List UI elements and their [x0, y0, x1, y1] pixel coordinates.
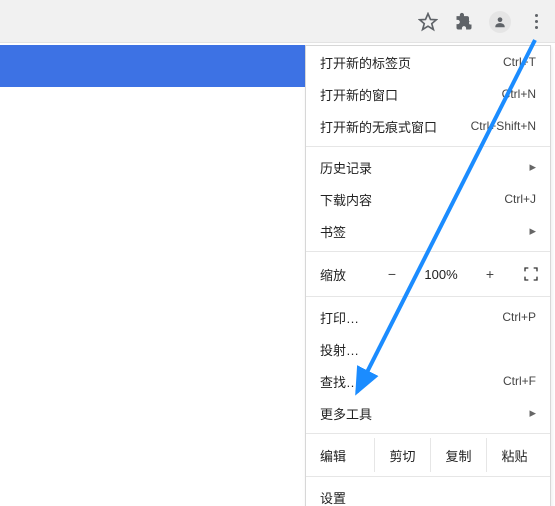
- menu-history[interactable]: 历史记录 ▸: [306, 151, 550, 183]
- star-icon[interactable]: [417, 11, 439, 33]
- edit-copy-button[interactable]: 复制: [430, 438, 486, 472]
- browser-main-menu: 打开新的标签页 Ctrl+T 打开新的窗口 Ctrl+N 打开新的无痕式窗口 C…: [305, 45, 551, 506]
- edit-label: 编辑: [320, 446, 374, 465]
- menu-new-window[interactable]: 打开新的窗口 Ctrl+N: [306, 78, 550, 110]
- browser-toolbar: [0, 0, 555, 43]
- page-content-header: [0, 45, 308, 87]
- menu-item-label: 书签: [320, 222, 529, 241]
- fullscreen-icon[interactable]: [520, 263, 542, 285]
- zoom-out-button[interactable]: −: [381, 266, 403, 282]
- menu-find[interactable]: 查找… Ctrl+F: [306, 365, 550, 397]
- zoom-value: 100%: [419, 267, 463, 282]
- menu-new-incognito-window[interactable]: 打开新的无痕式窗口 Ctrl+Shift+N: [306, 110, 550, 142]
- menu-item-label: 历史记录: [320, 158, 529, 177]
- menu-print[interactable]: 打印… Ctrl+P: [306, 301, 550, 333]
- menu-item-label: 设置: [320, 488, 536, 506]
- menu-item-label: 打开新的无痕式窗口: [320, 117, 471, 136]
- zoom-label: 缩放: [320, 265, 368, 284]
- menu-item-label: 查找…: [320, 372, 503, 391]
- menu-separator: [306, 251, 550, 252]
- menu-item-label: 下载内容: [320, 190, 504, 209]
- menu-edit-row: 编辑 剪切 复制 粘贴: [306, 438, 550, 472]
- menu-item-label: 打开新的窗口: [320, 85, 502, 104]
- menu-separator: [306, 296, 550, 297]
- menu-zoom-row: 缩放 − 100% +: [306, 256, 550, 292]
- menu-item-label: 打开新的标签页: [320, 53, 503, 72]
- menu-item-label: 打印…: [320, 308, 502, 327]
- menu-separator: [306, 476, 550, 477]
- menu-item-shortcut: Ctrl+T: [503, 55, 536, 69]
- edit-cut-button[interactable]: 剪切: [374, 438, 430, 472]
- menu-downloads[interactable]: 下载内容 Ctrl+J: [306, 183, 550, 215]
- menu-item-shortcut: Ctrl+J: [504, 192, 536, 206]
- menu-item-label: 更多工具: [320, 404, 529, 423]
- edit-paste-button[interactable]: 粘贴: [486, 438, 542, 472]
- zoom-in-button[interactable]: +: [479, 266, 501, 282]
- chevron-right-icon: ▸: [529, 223, 536, 239]
- menu-item-shortcut: Ctrl+F: [503, 374, 536, 388]
- menu-item-shortcut: Ctrl+N: [502, 87, 536, 101]
- chevron-right-icon: ▸: [529, 159, 536, 175]
- menu-bookmarks[interactable]: 书签 ▸: [306, 215, 550, 247]
- profile-icon[interactable]: [489, 11, 511, 33]
- menu-new-tab[interactable]: 打开新的标签页 Ctrl+T: [306, 46, 550, 78]
- menu-more-tools[interactable]: 更多工具 ▸: [306, 397, 550, 429]
- chevron-right-icon: ▸: [529, 405, 536, 421]
- menu-item-shortcut: Ctrl+Shift+N: [471, 119, 536, 133]
- more-icon[interactable]: [525, 11, 547, 33]
- menu-cast[interactable]: 投射…: [306, 333, 550, 365]
- menu-settings[interactable]: 设置: [306, 481, 550, 506]
- menu-item-label: 投射…: [320, 340, 536, 359]
- menu-separator: [306, 433, 550, 434]
- menu-item-shortcut: Ctrl+P: [502, 310, 536, 324]
- menu-separator: [306, 146, 550, 147]
- extensions-icon[interactable]: [453, 11, 475, 33]
